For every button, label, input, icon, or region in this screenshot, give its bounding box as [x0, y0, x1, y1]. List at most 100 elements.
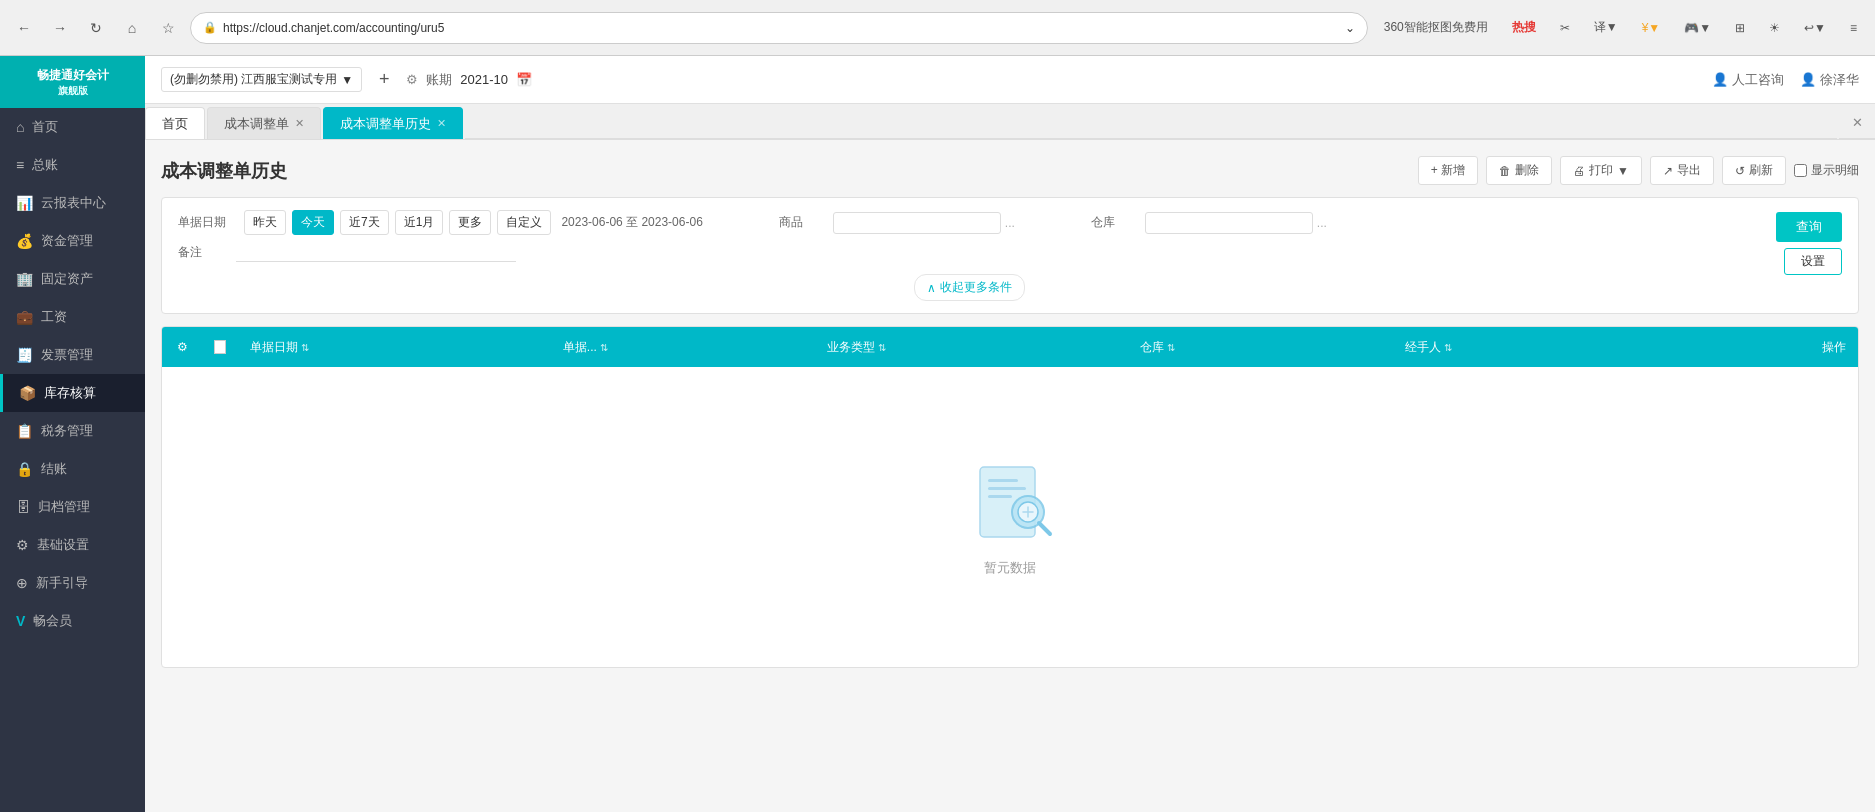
- th-no[interactable]: 单据... ⇅: [551, 339, 816, 356]
- goods-more-btn[interactable]: ...: [1005, 216, 1015, 230]
- table-header: ⚙ 单据日期 ⇅ 单据... ⇅: [162, 327, 1858, 367]
- date-sort-icon[interactable]: ⇅: [301, 342, 309, 353]
- service-btn[interactable]: 👤 人工咨询: [1712, 71, 1784, 89]
- sidebar-item-tax[interactable]: 📋 税务管理: [0, 412, 145, 450]
- th-date[interactable]: 单据日期 ⇅: [238, 339, 551, 356]
- new-btn[interactable]: + 新增: [1418, 156, 1478, 185]
- tab-cost-adjust[interactable]: 成本调整单 ✕: [207, 107, 321, 139]
- sidebar-item-settings[interactable]: ⚙ 基础设置: [0, 526, 145, 564]
- notes-input[interactable]: [236, 243, 516, 262]
- collapse-btn[interactable]: ∧ 收起更多条件: [914, 274, 1025, 301]
- filter-settings-btn[interactable]: 设置: [1784, 248, 1842, 275]
- tab-cost-adjust-close[interactable]: ✕: [295, 117, 304, 130]
- sidebar-item-archive[interactable]: 🗄 归档管理: [0, 488, 145, 526]
- sidebar-item-invoice[interactable]: 🧾 发票管理: [0, 336, 145, 374]
- refresh-icon: ↺: [1735, 164, 1745, 178]
- warehouse-input[interactable]: [1145, 212, 1313, 234]
- th-warehouse[interactable]: 仓库 ⇅: [1128, 339, 1393, 356]
- export-label: 导出: [1677, 162, 1701, 179]
- back-button[interactable]: ←: [10, 14, 38, 42]
- date-btn-yesterday[interactable]: 昨天: [244, 210, 286, 235]
- game-btn[interactable]: 🎮▼: [1676, 17, 1719, 39]
- date-btn-more[interactable]: 更多: [449, 210, 491, 235]
- bookmark-button[interactable]: ☆: [154, 14, 182, 42]
- tab-cost-adjust-history-close[interactable]: ✕: [437, 117, 446, 130]
- refresh-btn[interactable]: ↺ 刷新: [1722, 156, 1786, 185]
- scissors-btn[interactable]: ✂: [1552, 17, 1578, 39]
- goods-filter: 商品 ...: [779, 212, 1015, 234]
- sidebar-item-ledger[interactable]: ≡ 总账: [0, 146, 145, 184]
- home-button[interactable]: ⌂: [118, 14, 146, 42]
- calendar-icon[interactable]: 📅: [516, 72, 532, 87]
- warehouse-more-btn[interactable]: ...: [1317, 216, 1327, 230]
- ledger-icon: ≡: [16, 157, 24, 173]
- sidebar-label-guide: 新手引导: [36, 574, 88, 592]
- date-filter-row: 单据日期 昨天 今天 近7天 近1月 更多 自定义 2023-06-06 至 2…: [178, 210, 1760, 235]
- apps-btn[interactable]: ⊞: [1727, 17, 1753, 39]
- table-settings-icon[interactable]: ⚙: [177, 340, 188, 354]
- date-btn-7days[interactable]: 近7天: [340, 210, 389, 235]
- coin-btn[interactable]: ¥▼: [1634, 17, 1669, 39]
- tab-cost-adjust-history[interactable]: 成本调整单历史 ✕: [323, 107, 463, 139]
- query-btn[interactable]: 查询: [1776, 212, 1842, 242]
- sidebar-item-reports[interactable]: 📊 云报表中心: [0, 184, 145, 222]
- forward-button[interactable]: →: [46, 14, 74, 42]
- sidebar-item-checkout[interactable]: 🔒 结账: [0, 450, 145, 488]
- th-operator[interactable]: 经手人 ⇅: [1393, 339, 1778, 356]
- th-no-label: 单据...: [563, 339, 597, 356]
- top-bar: (勿删勿禁用) 江西服宝测试专用 ▼ + ⚙ 账期 2021-10 📅 👤 人工…: [145, 56, 1875, 104]
- show-columns-toggle[interactable]: 显示明细: [1794, 162, 1859, 179]
- sidebar-item-fixed[interactable]: 🏢 固定资产: [0, 260, 145, 298]
- date-btn-custom[interactable]: 自定义: [497, 210, 551, 235]
- company-selector[interactable]: (勿删勿禁用) 江西服宝测试专用 ▼: [161, 67, 362, 92]
- sidebar-item-member[interactable]: V 畅会员: [0, 602, 145, 640]
- header-checkbox[interactable]: [214, 340, 226, 354]
- svg-rect-1: [988, 479, 1018, 482]
- empty-text: 暂元数据: [984, 559, 1036, 577]
- service-label: 人工咨询: [1732, 71, 1784, 89]
- th-settings[interactable]: ⚙: [162, 340, 202, 354]
- th-type-label: 业务类型: [827, 339, 875, 356]
- translate-btn[interactable]: 译▼: [1586, 15, 1626, 40]
- th-check[interactable]: [202, 340, 238, 354]
- goods-input[interactable]: [833, 212, 1001, 234]
- date-btn-1month[interactable]: 近1月: [395, 210, 444, 235]
- svg-rect-3: [988, 495, 1012, 498]
- tab-home[interactable]: 首页: [145, 107, 205, 139]
- filter-area: 单据日期 昨天 今天 近7天 近1月 更多 自定义 2023-06-06 至 2…: [161, 197, 1859, 314]
- menu-btn[interactable]: ≡: [1842, 17, 1865, 39]
- th-date-label: 单据日期: [250, 339, 298, 356]
- user-profile[interactable]: 👤 徐泽华: [1800, 71, 1859, 89]
- brightness-btn[interactable]: ☀: [1761, 17, 1788, 39]
- date-btn-today[interactable]: 今天: [292, 210, 334, 235]
- sidebar-label-home: 首页: [32, 118, 58, 136]
- close-all-tabs-btn[interactable]: ✕: [1839, 107, 1875, 139]
- add-company-btn[interactable]: +: [370, 66, 398, 94]
- sidebar-item-funds[interactable]: 💰 资金管理: [0, 222, 145, 260]
- delete-btn[interactable]: 🗑 删除: [1486, 156, 1552, 185]
- delete-label: 删除: [1515, 162, 1539, 179]
- sidebar-item-home[interactable]: ⌂ 首页: [0, 108, 145, 146]
- export-btn[interactable]: ↗ 导出: [1650, 156, 1714, 185]
- tab-cost-adjust-label: 成本调整单: [224, 115, 289, 133]
- sidebar-label-reports: 云报表中心: [41, 194, 106, 212]
- settings-wheel-btn[interactable]: ⚙: [406, 72, 418, 87]
- refresh-button[interactable]: ↻: [82, 14, 110, 42]
- th-actions: 操作: [1778, 339, 1858, 356]
- sidebar-item-guide[interactable]: ⊕ 新手引导: [0, 564, 145, 602]
- print-btn[interactable]: 🖨 打印 ▼: [1560, 156, 1642, 185]
- period-label: 账期: [426, 71, 452, 89]
- undo-btn[interactable]: ↩▼: [1796, 17, 1834, 39]
- warehouse-sort-icon[interactable]: ⇅: [1167, 342, 1175, 353]
- no-sort-icon[interactable]: ⇅: [600, 342, 608, 353]
- sidebar-item-payroll[interactable]: 💼 工资: [0, 298, 145, 336]
- payroll-icon: 💼: [16, 309, 33, 325]
- empty-illustration: [960, 457, 1060, 547]
- operator-sort-icon[interactable]: ⇅: [1444, 342, 1452, 353]
- sidebar-item-inventory[interactable]: 📦 库存核算: [0, 374, 145, 412]
- type-sort-icon[interactable]: ⇅: [878, 342, 886, 353]
- address-bar[interactable]: 🔒 https://cloud.chanjet.com/accounting/u…: [190, 12, 1368, 44]
- th-type[interactable]: 业务类型 ⇅: [815, 339, 1128, 356]
- home-icon: ⌂: [16, 119, 24, 135]
- show-columns-checkbox[interactable]: [1794, 164, 1807, 177]
